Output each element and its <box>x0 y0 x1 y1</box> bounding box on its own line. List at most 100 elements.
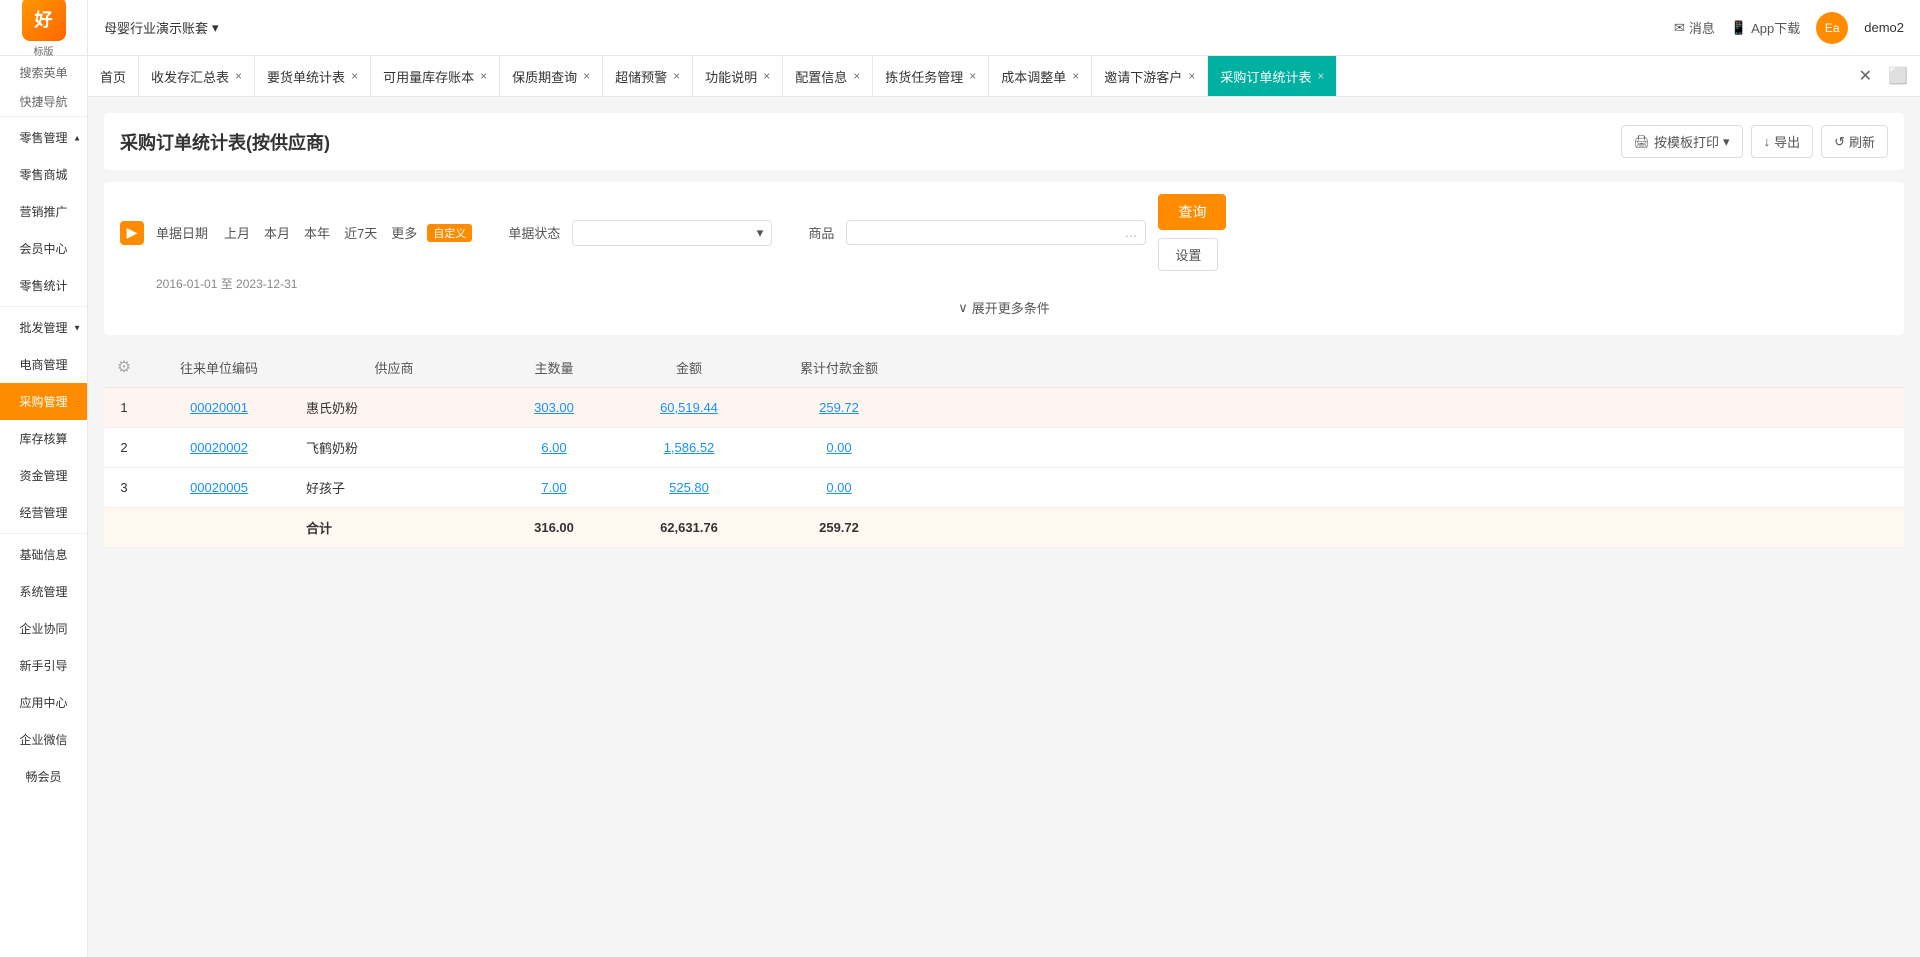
refresh-btn[interactable]: ↺ 刷新 <box>1821 125 1888 158</box>
message-btn[interactable]: ✉ 消息 <box>1674 18 1715 37</box>
row-2-paid[interactable]: 0.00 <box>764 428 914 468</box>
sidebar-item-retail-stats[interactable]: 零售统计 <box>0 267 87 304</box>
row-2-supplier: 飞鹤奶粉 <box>294 428 494 468</box>
sidebar-item-search[interactable]: 搜索英单 <box>0 56 87 89</box>
tab-close-order-summary[interactable]: × <box>351 69 358 83</box>
row-3-paid[interactable]: 0.00 <box>764 468 914 508</box>
sidebar-item-marketing[interactable]: 营销推广 <box>0 193 87 230</box>
workspace-selector[interactable]: 母婴行业演示账套 ▾ <box>104 18 219 37</box>
row-1-amount[interactable]: 60,519.44 <box>614 388 764 428</box>
tab-close-invite-downstream[interactable]: × <box>1188 69 1195 83</box>
tab-close-purchase-order-summary[interactable]: × <box>1317 69 1324 83</box>
logo-icon: 好 <box>22 0 66 41</box>
table-row: 2 00020002 飞鹤奶粉 6.00 1,586.52 0.00 <box>104 428 1904 468</box>
sidebar: 好 标版 搜索英单 快捷导航 零售管理 零售商城 营销推广 会员中心 零售统计 … <box>0 0 88 957</box>
sidebar-item-retail-mall[interactable]: 零售商城 <box>0 156 87 193</box>
tab-config-info[interactable]: 配置信息 × <box>783 56 873 96</box>
row-3-code[interactable]: 00020005 <box>144 468 294 508</box>
tab-cost-adjust[interactable]: 成本调整单 × <box>989 56 1092 96</box>
row-1-qty[interactable]: 303.00 <box>494 388 614 428</box>
page-header: 采购订单统计表(按供应商) 🖨 按模板打印 ▾ ↓ 导出 ↺ 刷新 <box>104 113 1904 170</box>
custom-date-badge[interactable]: 自定义 <box>427 224 472 242</box>
page-actions: 🖨 按模板打印 ▾ ↓ 导出 ↺ 刷新 <box>1621 125 1889 158</box>
row-1-paid[interactable]: 259.72 <box>764 388 914 428</box>
sidebar-item-new-guide[interactable]: 新手引导 <box>0 647 87 684</box>
row-1-code[interactable]: 00020001 <box>144 388 294 428</box>
print-dropdown-icon[interactable]: ▾ <box>1723 134 1730 150</box>
tab-picking-task[interactable]: 拣货任务管理 × <box>873 56 989 96</box>
goods-label: 商品 <box>808 223 834 242</box>
row-3-qty[interactable]: 7.00 <box>494 468 614 508</box>
tab-invite-downstream[interactable]: 邀请下游客户 × <box>1092 56 1208 96</box>
status-select[interactable]: ▾ <box>572 220 772 246</box>
tab-close-overstock-alert[interactable]: × <box>673 69 680 83</box>
sidebar-item-finance[interactable]: 资金管理 <box>0 457 87 494</box>
sidebar-item-purchase[interactable]: 采购管理 <box>0 383 87 420</box>
row-2-amount[interactable]: 1,586.52 <box>614 428 764 468</box>
sidebar-item-system[interactable]: 系统管理 <box>0 573 87 610</box>
workspace-dropdown-icon[interactable]: ▾ <box>212 20 219 36</box>
table-footer-row: 合计 316.00 62,631.76 259.72 <box>104 508 1904 548</box>
expand-more-btn[interactable]: ∨ 展开更多条件 <box>120 292 1888 323</box>
table-header-row: ⚙ 往来单位编码 供应商 主数量 金额 <box>104 347 1904 388</box>
tab-close-function-desc[interactable]: × <box>763 69 770 83</box>
goods-input[interactable]: … <box>846 220 1146 245</box>
tab-close-receive-summary[interactable]: × <box>235 69 242 83</box>
row-2-code[interactable]: 00020002 <box>144 428 294 468</box>
shortcut-more[interactable]: 更多 <box>387 221 421 244</box>
tab-purchase-order-summary-label: 采购订单统计表 <box>1220 67 1311 86</box>
tab-close-picking-task[interactable]: × <box>969 69 976 83</box>
sidebar-item-app-center[interactable]: 应用中心 <box>0 684 87 721</box>
tab-warranty-query[interactable]: 保质期查询 × <box>500 56 603 96</box>
tab-overstock-alert[interactable]: 超储预警 × <box>603 56 693 96</box>
shortcut-this-month[interactable]: 本月 <box>260 221 294 244</box>
tab-available-stock[interactable]: 可用量库存账本 × <box>371 56 500 96</box>
sidebar-item-retail[interactable]: 零售管理 <box>0 119 87 156</box>
filter-toggle-btn[interactable]: ▶ <box>120 221 144 245</box>
export-btn[interactable]: ↓ 导出 <box>1751 125 1814 158</box>
goods-more-icon[interactable]: … <box>1124 225 1137 240</box>
tab-home[interactable]: 首页 <box>88 56 139 96</box>
tab-purchase-order-summary[interactable]: 采购订单统计表 × <box>1208 56 1337 96</box>
close-all-tabs-btn[interactable]: ✕ <box>1855 62 1876 90</box>
col-header-check: ⚙ <box>104 347 144 388</box>
query-btn[interactable]: 查询 <box>1158 194 1226 230</box>
sidebar-item-enterprise-wechat[interactable]: 企业微信 <box>0 721 87 758</box>
row-3-amount[interactable]: 525.80 <box>614 468 764 508</box>
shortcut-last-month[interactable]: 上月 <box>220 221 254 244</box>
shortcut-this-year[interactable]: 本年 <box>300 221 334 244</box>
sidebar-item-ecommerce[interactable]: 电商管理 <box>0 346 87 383</box>
row-3-num: 3 <box>104 468 144 508</box>
tab-receive-summary[interactable]: 收发存汇总表 × <box>139 56 255 96</box>
tab-overstock-alert-label: 超储预警 <box>615 67 667 86</box>
tab-function-desc[interactable]: 功能说明 × <box>693 56 783 96</box>
username-label[interactable]: demo2 <box>1864 20 1904 35</box>
divider-2 <box>0 306 87 307</box>
shortcut-7days[interactable]: 近7天 <box>340 221 381 244</box>
col-header-supplier: 供应商 <box>294 347 494 388</box>
sidebar-item-inventory[interactable]: 库存核算 <box>0 420 87 457</box>
restore-window-btn[interactable]: ⬜ <box>1884 62 1912 90</box>
settings-btn[interactable]: 设置 <box>1158 238 1218 271</box>
tab-close-warranty-query[interactable]: × <box>583 69 590 83</box>
sidebar-item-wholesale[interactable]: 批发管理 <box>0 309 87 346</box>
user-avatar[interactable]: Ea <box>1816 12 1848 44</box>
sidebar-item-member-vip[interactable]: 畅会员 <box>0 758 87 795</box>
print-btn[interactable]: 🖨 按模板打印 ▾ <box>1621 125 1743 158</box>
filter-area: ▶ 单据日期 上月 本月 本年 近7天 更多 自定义 单据状态 ▾ 商品 <box>104 182 1904 335</box>
row-2-qty[interactable]: 6.00 <box>494 428 614 468</box>
tab-order-summary[interactable]: 要货单统计表 × <box>255 56 371 96</box>
sidebar-item-member[interactable]: 会员中心 <box>0 230 87 267</box>
tab-close-config-info[interactable]: × <box>853 69 860 83</box>
sidebar-item-basic-info[interactable]: 基础信息 <box>0 536 87 573</box>
column-settings-icon[interactable]: ⚙ <box>117 359 131 376</box>
app-download-btn[interactable]: 📱 App下载 <box>1731 18 1800 37</box>
tab-close-cost-adjust[interactable]: × <box>1072 69 1079 83</box>
tab-warranty-query-label: 保质期查询 <box>512 67 577 86</box>
sidebar-item-enterprise-collab[interactable]: 企业协同 <box>0 610 87 647</box>
tab-function-desc-label: 功能说明 <box>705 67 757 86</box>
expand-more-label: 展开更多条件 <box>972 298 1050 317</box>
tab-close-available-stock[interactable]: × <box>480 69 487 83</box>
sidebar-item-operation[interactable]: 经营管理 <box>0 494 87 531</box>
sidebar-item-quick-nav[interactable]: 快捷导航 <box>0 89 87 114</box>
